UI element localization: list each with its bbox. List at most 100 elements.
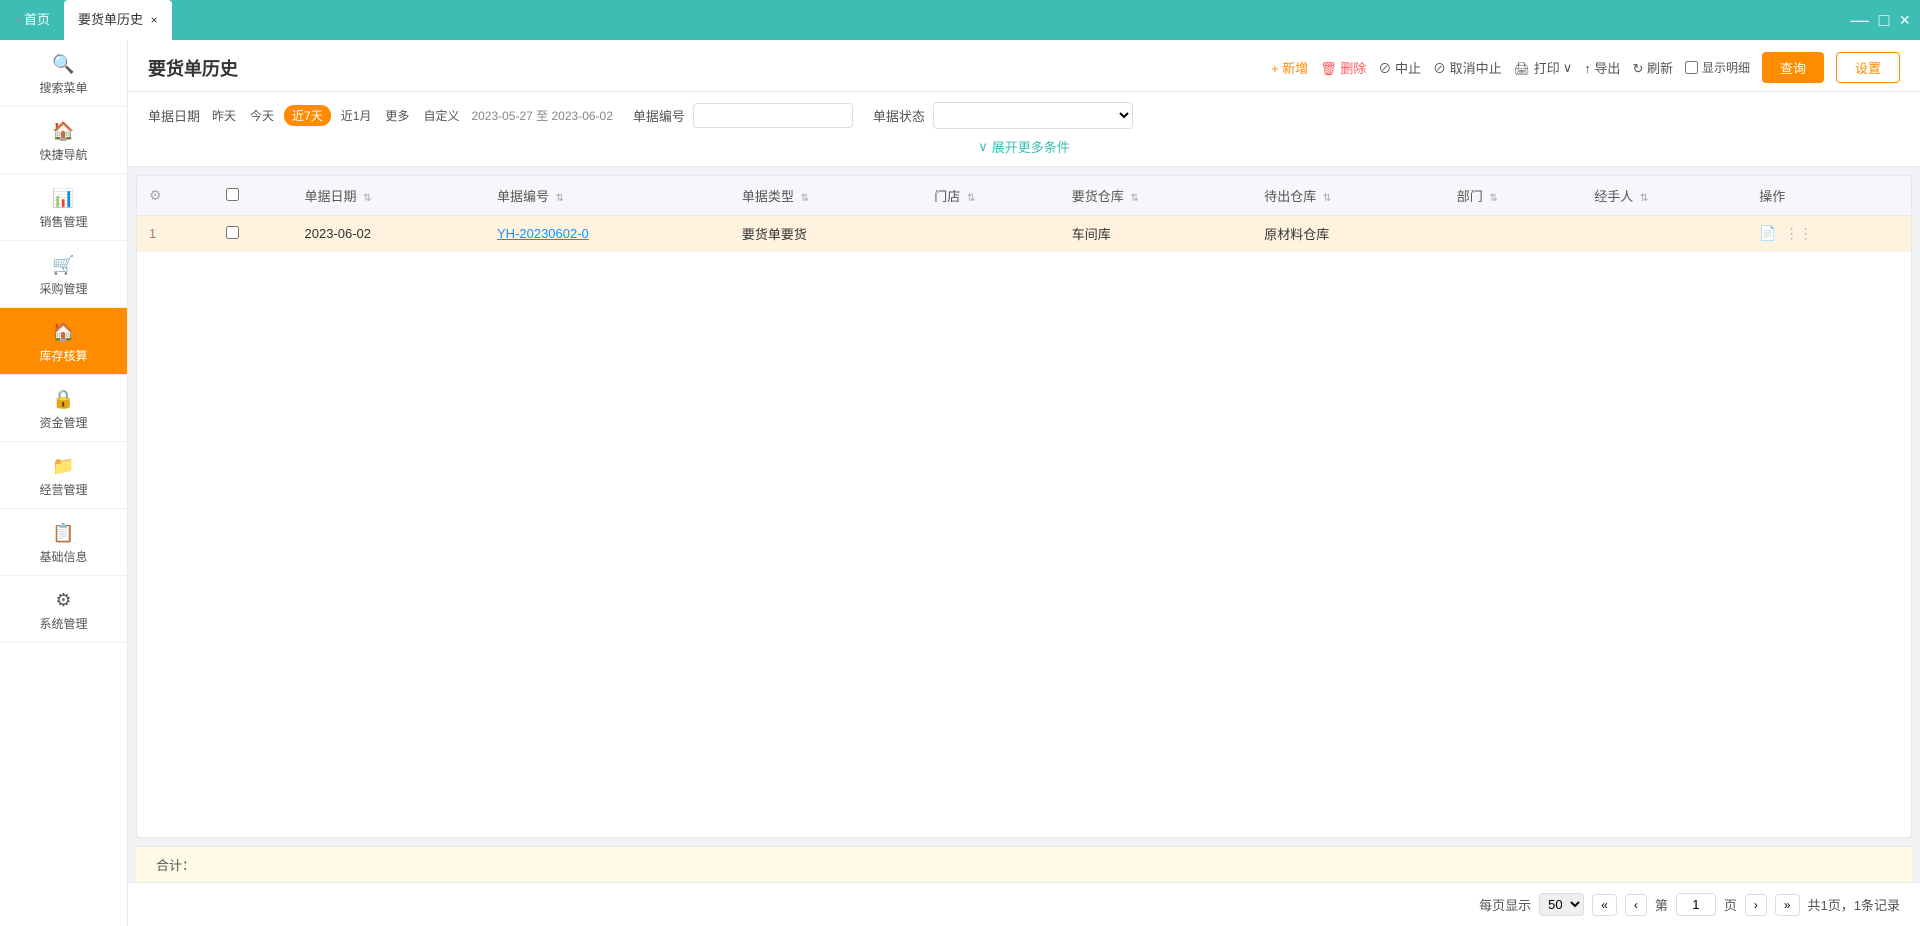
row-req-warehouse: 车间库 — [1060, 216, 1252, 252]
date-opt-1month[interactable]: 近1月 — [337, 105, 376, 126]
sidebar-item-sales[interactable]: 📊 销售管理 — [0, 174, 127, 241]
maximize-icon[interactable]: □ — [1879, 10, 1890, 31]
row-checkbox[interactable] — [226, 226, 239, 239]
last-page-button[interactable]: » — [1775, 894, 1800, 916]
data-table: ⚙ 单据日期 ⇅ 单据编号 ⇅ — [137, 176, 1911, 252]
page-header: 要货单历史 + 新增 🗑 删除 ⊘ 中止 ⊘ 取消中止 🖨 打印 ∨ ↑ 导出 … — [128, 40, 1920, 92]
expand-more-btn[interactable]: ∨ 展开更多条件 — [148, 137, 1900, 156]
minimize-icon[interactable]: — — [1851, 10, 1869, 31]
date-filter-label: 单据日期 — [148, 106, 200, 125]
row-handler — [1582, 216, 1747, 252]
sidebar-item-search-menu[interactable]: 🔍 搜索菜单 — [0, 40, 127, 107]
docno-filter-input[interactable] — [693, 103, 853, 128]
sidebar-item-purchase[interactable]: 🛒 采购管理 — [0, 241, 127, 308]
status-filter-group: 单据状态 — [873, 102, 1133, 129]
header-row: ⚙ 单据日期 ⇅ 单据编号 ⇅ — [137, 176, 1911, 216]
doc-no-col-header[interactable]: 单据编号 ⇅ — [485, 176, 730, 216]
dept-col-header[interactable]: 部门 ⇅ — [1445, 176, 1583, 216]
new-button[interactable]: + 新增 — [1271, 58, 1308, 77]
next-page-button[interactable]: › — [1745, 894, 1767, 916]
more-action-icon[interactable]: ⋮⋮ — [1785, 225, 1813, 242]
sidebar-item-quick-nav[interactable]: 🏠 快捷导航 — [0, 107, 127, 174]
req-warehouse-col-header[interactable]: 要货仓库 ⇅ — [1060, 176, 1252, 216]
show-detail-checkbox[interactable] — [1685, 61, 1698, 74]
total-label: 合计： — [156, 858, 195, 873]
table-row: 1 2023-06-02 YH-20230602-0 要货单要货 车间库 原材料… — [137, 216, 1911, 252]
table-header: ⚙ 单据日期 ⇅ 单据编号 ⇅ — [137, 176, 1911, 216]
edit-action-icon[interactable]: 📄 — [1759, 225, 1776, 242]
refresh-button[interactable]: ↻ 刷新 — [1632, 58, 1673, 77]
expand-more-icon: ∨ — [978, 139, 988, 155]
date-opt-more[interactable]: 更多 — [381, 105, 413, 126]
row-doc-type: 要货单要货 — [730, 216, 922, 252]
per-page-select[interactable]: 50 — [1539, 893, 1584, 916]
total-info: 共1页，1条记录 — [1808, 895, 1900, 914]
sort-icon-pending-warehouse: ⇅ — [1323, 193, 1331, 204]
prev-page-button[interactable]: ‹ — [1625, 894, 1647, 916]
date-filter-group: 单据日期 昨天 今天 近7天 近1月 更多 自定义 2023-05-27 至 2… — [148, 105, 613, 126]
home-tab[interactable]: 首页 — [10, 0, 64, 40]
date-range-display: 2023-05-27 至 2023-06-02 — [471, 107, 612, 124]
date-opt-today[interactable]: 今天 — [246, 105, 278, 126]
pagination: 每页显示 50 « ‹ 第 页 › » 共1页，1条记录 — [128, 882, 1920, 926]
print-button[interactable]: 🖨 打印 ∨ — [1514, 58, 1573, 77]
stop-button[interactable]: ⊘ 中止 — [1378, 58, 1421, 77]
content-area: 要货单历史 + 新增 🗑 删除 ⊘ 中止 ⊘ 取消中止 🖨 打印 ∨ ↑ 导出 … — [128, 40, 1920, 926]
inventory-icon: 🏠 — [52, 322, 74, 343]
first-page-button[interactable]: « — [1592, 894, 1617, 916]
sort-icon-handler: ⇅ — [1640, 193, 1648, 204]
sort-icon-doc-type: ⇅ — [800, 193, 808, 204]
settings-button[interactable]: 设置 — [1836, 52, 1900, 83]
sidebar-item-finance[interactable]: 🔒 资金管理 — [0, 375, 127, 442]
per-page-label: 每页显示 — [1479, 895, 1531, 914]
page-title: 要货单历史 — [148, 55, 238, 81]
sidebar: 🔍 搜索菜单 🏠 快捷导航 📊 销售管理 🛒 采购管理 🏠 库存核算 🔒 资金管… — [0, 40, 128, 926]
home-icon: 🏠 — [52, 121, 74, 142]
sidebar-item-inventory[interactable]: 🏠 库存核算 — [0, 308, 127, 375]
window-controls: — □ × — [1851, 10, 1910, 31]
search-menu-icon: 🔍 — [52, 54, 74, 75]
table-body: 1 2023-06-02 YH-20230602-0 要货单要货 车间库 原材料… — [137, 216, 1911, 252]
store-col-header[interactable]: 门店 ⇅ — [922, 176, 1060, 216]
pending-warehouse-col-header[interactable]: 待出仓库 ⇅ — [1252, 176, 1444, 216]
table-settings-icon[interactable]: ⚙ — [149, 187, 162, 203]
page-label: 第 — [1655, 895, 1668, 914]
toolbar: + 新增 🗑 删除 ⊘ 中止 ⊘ 取消中止 🖨 打印 ∨ ↑ 导出 ↻ 刷新 显… — [1271, 52, 1900, 83]
row-doc-date: 2023-06-02 — [293, 216, 485, 252]
current-page-input[interactable] — [1676, 893, 1716, 916]
table-footer: 合计： — [136, 846, 1912, 882]
filter-bar: 单据日期 昨天 今天 近7天 近1月 更多 自定义 2023-05-27 至 2… — [128, 92, 1920, 167]
export-button[interactable]: ↑ 导出 — [1584, 58, 1620, 77]
sidebar-item-basic-info[interactable]: 📋 基础信息 — [0, 509, 127, 576]
list-icon: 📋 — [52, 523, 74, 544]
row-checkbox-cell — [214, 216, 292, 252]
action-icons: 📄 ⋮⋮ — [1759, 225, 1899, 242]
date-opt-custom[interactable]: 自定义 — [419, 105, 463, 126]
status-filter-select[interactable] — [933, 102, 1133, 129]
gear-icon: ⚙ — [55, 590, 71, 611]
sort-icon-dept: ⇅ — [1489, 193, 1497, 204]
doc-date-col-header[interactable]: 单据日期 ⇅ — [293, 176, 485, 216]
chart-icon: 📊 — [52, 188, 74, 209]
handler-col-header[interactable]: 经手人 ⇅ — [1582, 176, 1747, 216]
show-detail-toggle[interactable]: 显示明细 — [1685, 59, 1750, 76]
cancel-stop-button[interactable]: ⊘ 取消中止 — [1433, 58, 1502, 77]
sidebar-item-sys[interactable]: ⚙ 系统管理 — [0, 576, 127, 643]
main-layout: 🔍 搜索菜单 🏠 快捷导航 📊 销售管理 🛒 采购管理 🏠 库存核算 🔒 资金管… — [0, 40, 1920, 926]
row-dept — [1445, 216, 1583, 252]
close-window-icon[interactable]: × — [1899, 10, 1910, 31]
sidebar-item-ops[interactable]: 📁 经营管理 — [0, 442, 127, 509]
delete-button[interactable]: 🗑 删除 — [1320, 58, 1366, 77]
tab-close-icon[interactable]: × — [151, 13, 158, 27]
select-all-checkbox[interactable] — [226, 188, 239, 201]
doc-type-col-header[interactable]: 单据类型 ⇅ — [730, 176, 922, 216]
date-opt-7days[interactable]: 近7天 — [284, 105, 331, 126]
lock-icon: 🔒 — [52, 389, 74, 410]
row-doc-no[interactable]: YH-20230602-0 — [485, 216, 730, 252]
table-container: ⚙ 单据日期 ⇅ 单据编号 ⇅ — [136, 175, 1912, 838]
row-pending-warehouse: 原材料仓库 — [1252, 216, 1444, 252]
active-tab[interactable]: 要货单历史 × — [64, 0, 172, 40]
query-button[interactable]: 查询 — [1762, 52, 1824, 83]
actions-col-header: 操作 — [1747, 176, 1911, 216]
date-opt-yesterday[interactable]: 昨天 — [208, 105, 240, 126]
